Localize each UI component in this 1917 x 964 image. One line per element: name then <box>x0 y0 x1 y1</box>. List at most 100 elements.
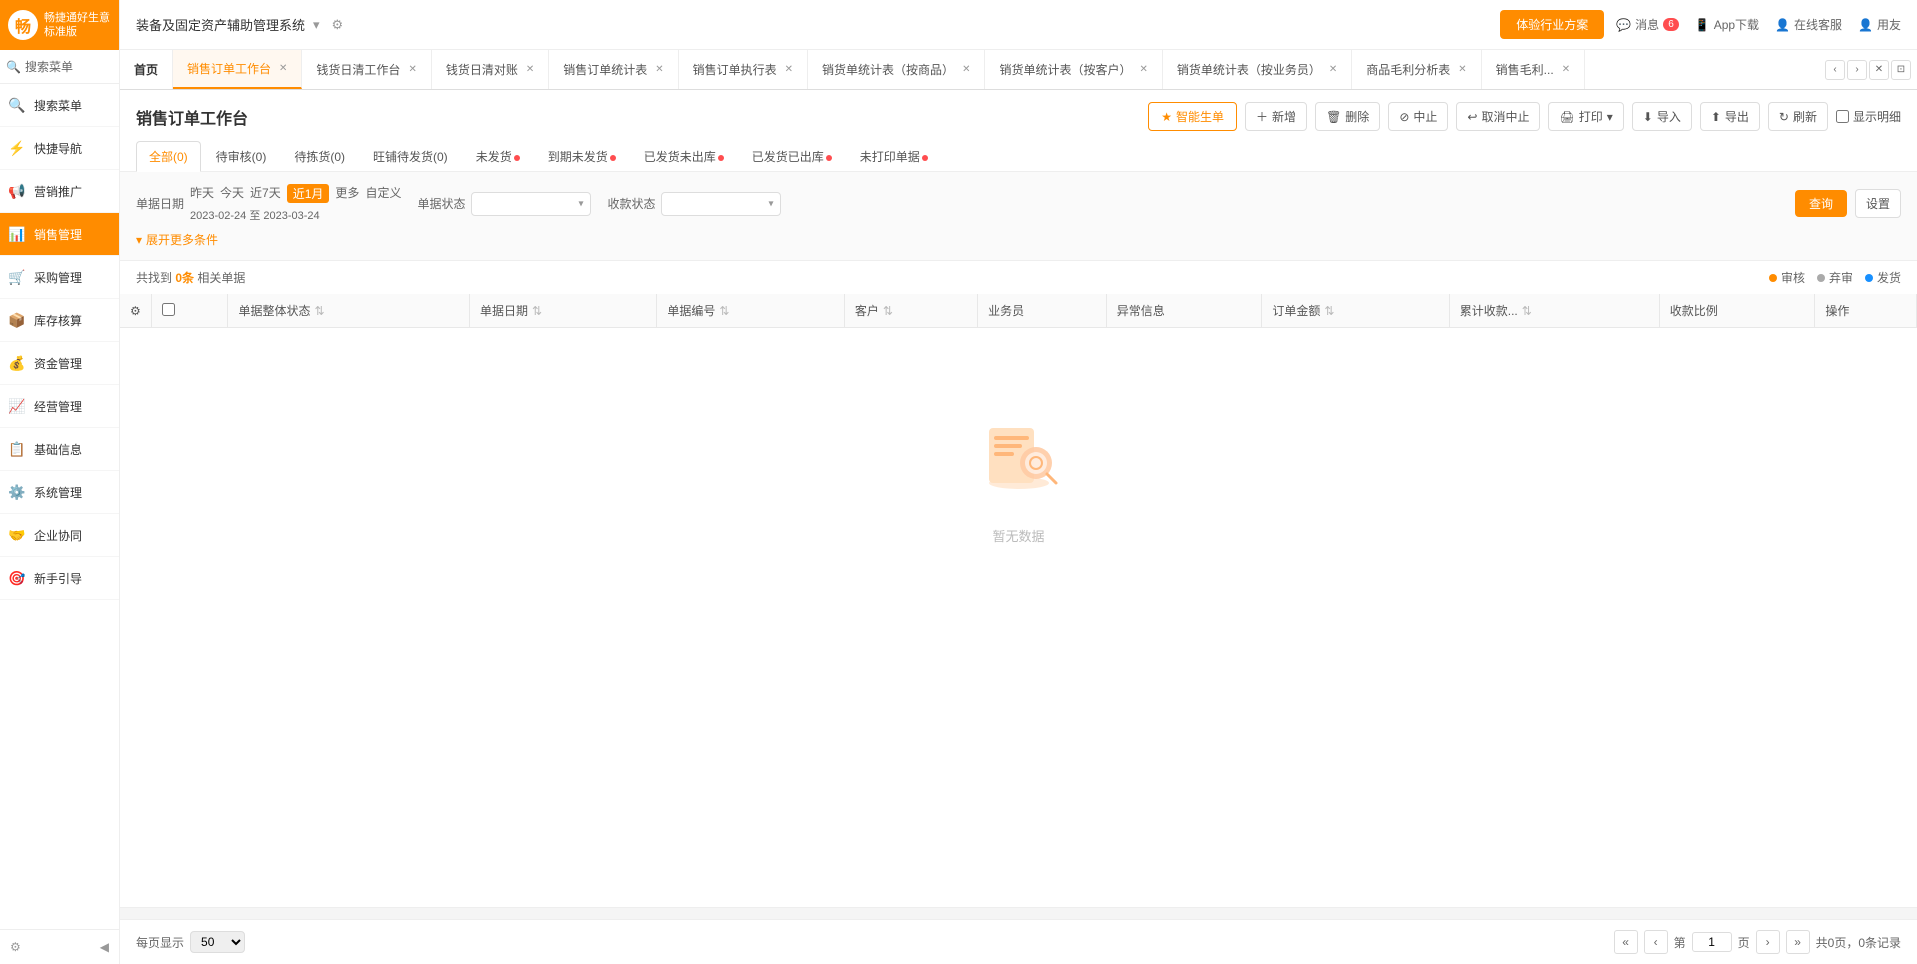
tab-cash_reconcile[interactable]: 钱货日清对账✕ <box>432 50 549 89</box>
sidebar-item-enterprise[interactable]: 🤝企业协同 <box>0 514 119 557</box>
tab-sales_summary_staff[interactable]: 销货单统计表（按业务员）✕ <box>1163 50 1352 89</box>
col-header-number[interactable]: 单据编号⇅ <box>657 294 844 328</box>
refresh-btn[interactable]: ↻ 刷新 <box>1768 102 1828 131</box>
tab-close-sales_more[interactable]: ✕ <box>1562 64 1570 75</box>
sidebar-item-guide[interactable]: 🎯新手引导 <box>0 557 119 600</box>
online-service-btn[interactable]: 👤 在线客服 <box>1775 16 1842 33</box>
tab-close-all-btn[interactable]: ✕ <box>1869 60 1889 80</box>
sidebar-item-system[interactable]: ⚙️系统管理 <box>0 471 119 514</box>
sidebar-search[interactable]: 🔍 搜索菜单 <box>0 50 119 84</box>
tab-close-gross_profit[interactable]: ✕ <box>1458 64 1466 75</box>
app-download-btn[interactable]: 📱 App下载 <box>1695 16 1759 33</box>
ship-action[interactable]: 发货 <box>1865 269 1901 286</box>
date-link-昨天[interactable]: 昨天 <box>190 184 214 203</box>
next-page-btn[interactable]: › <box>1756 930 1780 954</box>
page-size-select[interactable]: 10 20 50 100 <box>190 931 245 953</box>
col-header-status[interactable]: 单据整体状态⇅ <box>228 294 470 328</box>
status-select[interactable] <box>471 192 591 216</box>
query-btn[interactable]: 查询 <box>1795 190 1847 217</box>
tab-sales_workbench[interactable]: 销售订单工作台✕ <box>173 50 302 89</box>
delete-btn[interactable]: 🗑 删除 <box>1315 102 1380 131</box>
tab-sales_more[interactable]: 销售毛利...✕ <box>1482 50 1585 89</box>
review-action[interactable]: 审核 <box>1769 269 1805 286</box>
tab-sales_summary_product[interactable]: 销货单统计表（按商品）✕ <box>808 50 985 89</box>
print-btn[interactable]: 🖨 打印 ▾ <box>1548 102 1623 131</box>
tab-expand-btn[interactable]: ⊡ <box>1891 60 1911 80</box>
tab-sales_stats[interactable]: 销售订单统计表✕ <box>549 50 678 89</box>
subtab-shipped_out[interactable]: 已发货已出库 <box>739 141 845 171</box>
col-header-date[interactable]: 单据日期⇅ <box>470 294 657 328</box>
select-all-checkbox[interactable] <box>162 303 175 316</box>
tab-gross_profit[interactable]: 商品毛利分析表✕ <box>1352 50 1481 89</box>
cancel-review-action[interactable]: 弃审 <box>1817 269 1853 286</box>
date-link-自定义[interactable]: 自定义 <box>365 184 401 203</box>
collapse-icon[interactable]: ◀ <box>100 940 109 954</box>
user-btn[interactable]: 👤 用友 <box>1858 16 1901 33</box>
last-page-btn[interactable]: » <box>1786 930 1810 954</box>
date-link-近7天[interactable]: 近7天 <box>250 184 281 203</box>
expand-btn[interactable]: ▾ 展开更多条件 <box>136 231 1901 248</box>
tab-cash_daily[interactable]: 钱货日清工作台✕ <box>302 50 431 89</box>
subtab-shipped_not_out[interactable]: 已发货未出库 <box>631 141 737 171</box>
page-input[interactable] <box>1692 932 1732 952</box>
subtab-wangpu_pending[interactable]: 旺铺待发货(0) <box>360 141 461 171</box>
tab-sales_exec[interactable]: 销售订单执行表✕ <box>679 50 808 89</box>
tab-close-cash_reconcile[interactable]: ✕ <box>526 64 534 75</box>
nav-label-quicknav: 快捷导航 <box>34 140 82 157</box>
tab-close-sales_exec[interactable]: ✕ <box>785 64 793 75</box>
import-btn[interactable]: ⬇ 导入 <box>1632 102 1692 131</box>
topbar-dropdown-icon[interactable]: ▾ <box>313 17 320 33</box>
tab-home[interactable]: 首页 <box>120 50 173 89</box>
col-header-customer[interactable]: 客户⇅ <box>844 294 977 328</box>
tab-close-sales_summary_staff[interactable]: ✕ <box>1329 64 1337 75</box>
subtab-not_shipped[interactable]: 未发货 <box>463 141 533 171</box>
empty-icon <box>974 408 1064 514</box>
show-detail-label[interactable]: 显示明细 <box>1836 108 1901 125</box>
date-link-今天[interactable]: 今天 <box>220 184 244 203</box>
tab-sales_summary_customer[interactable]: 销货单统计表（按客户）✕ <box>985 50 1162 89</box>
tab-next-btn[interactable]: › <box>1847 60 1867 80</box>
stop-btn[interactable]: ⊘ 中止 <box>1388 102 1448 131</box>
sidebar-item-marketing[interactable]: 📢营销推广 <box>0 170 119 213</box>
date-link-近1月[interactable]: 近1月 <box>287 184 330 203</box>
add-btn[interactable]: ＋ 新增 <box>1245 102 1307 131</box>
tab-close-cash_daily[interactable]: ✕ <box>408 64 416 75</box>
date-link-更多[interactable]: 更多 <box>335 184 359 203</box>
sidebar-item-search[interactable]: 🔍搜索菜单 <box>0 84 119 127</box>
sidebar-item-finance[interactable]: 💰资金管理 <box>0 342 119 385</box>
add-icon: ＋ <box>1256 108 1268 125</box>
subtab-pending_check[interactable]: 待拣货(0) <box>281 141 358 171</box>
col-settings-icon[interactable]: ⚙ <box>130 304 141 318</box>
filter-settings-btn[interactable]: 设置 <box>1855 189 1901 218</box>
msg-btn[interactable]: 💬 消息 6 <box>1616 16 1679 33</box>
settings-icon[interactable]: ⚙ <box>10 940 21 954</box>
industry-btn[interactable]: 体验行业方案 <box>1500 10 1604 39</box>
results-actions: 审核 弃审 发货 <box>1769 269 1901 286</box>
sidebar-item-quicknav[interactable]: ⚡快捷导航 <box>0 127 119 170</box>
col-header-amount[interactable]: 订单金额⇅ <box>1262 294 1449 328</box>
subtab-expired_not_shipped[interactable]: 到期未发货 <box>535 141 629 171</box>
sidebar-item-purchase[interactable]: 🛒采购管理 <box>0 256 119 299</box>
subtab-not_printed[interactable]: 未打印单据 <box>847 141 941 171</box>
first-page-btn[interactable]: « <box>1614 930 1638 954</box>
horizontal-scroll[interactable] <box>120 907 1917 919</box>
tab-close-sales_stats[interactable]: ✕ <box>655 64 663 75</box>
tab-close-sales_workbench[interactable]: ✕ <box>279 63 287 74</box>
smart-btn[interactable]: ★ 智能生单 <box>1148 102 1237 131</box>
cancel-stop-btn[interactable]: ↩ 取消中止 <box>1456 102 1540 131</box>
prev-page-btn[interactable]: ‹ <box>1644 930 1668 954</box>
subtab-pending_review[interactable]: 待审核(0) <box>203 141 280 171</box>
sidebar-item-operations[interactable]: 📈经营管理 <box>0 385 119 428</box>
show-detail-checkbox[interactable] <box>1836 110 1849 123</box>
sidebar-item-inventory[interactable]: 📦库存核算 <box>0 299 119 342</box>
sidebar-item-basic[interactable]: 📋基础信息 <box>0 428 119 471</box>
topbar-settings-icon[interactable]: ⚙ <box>332 17 344 33</box>
tab-close-sales_summary_product[interactable]: ✕ <box>962 64 970 75</box>
subtab-all[interactable]: 全部(0) <box>136 141 201 172</box>
payment-select[interactable] <box>661 192 781 216</box>
tab-close-sales_summary_customer[interactable]: ✕ <box>1139 64 1147 75</box>
tab-prev-btn[interactable]: ‹ <box>1825 60 1845 80</box>
col-header-collected[interactable]: 累计收款...⇅ <box>1449 294 1659 328</box>
export-btn[interactable]: ⬆ 导出 <box>1700 102 1760 131</box>
sidebar-item-sales[interactable]: 📊销售管理 <box>0 213 119 256</box>
